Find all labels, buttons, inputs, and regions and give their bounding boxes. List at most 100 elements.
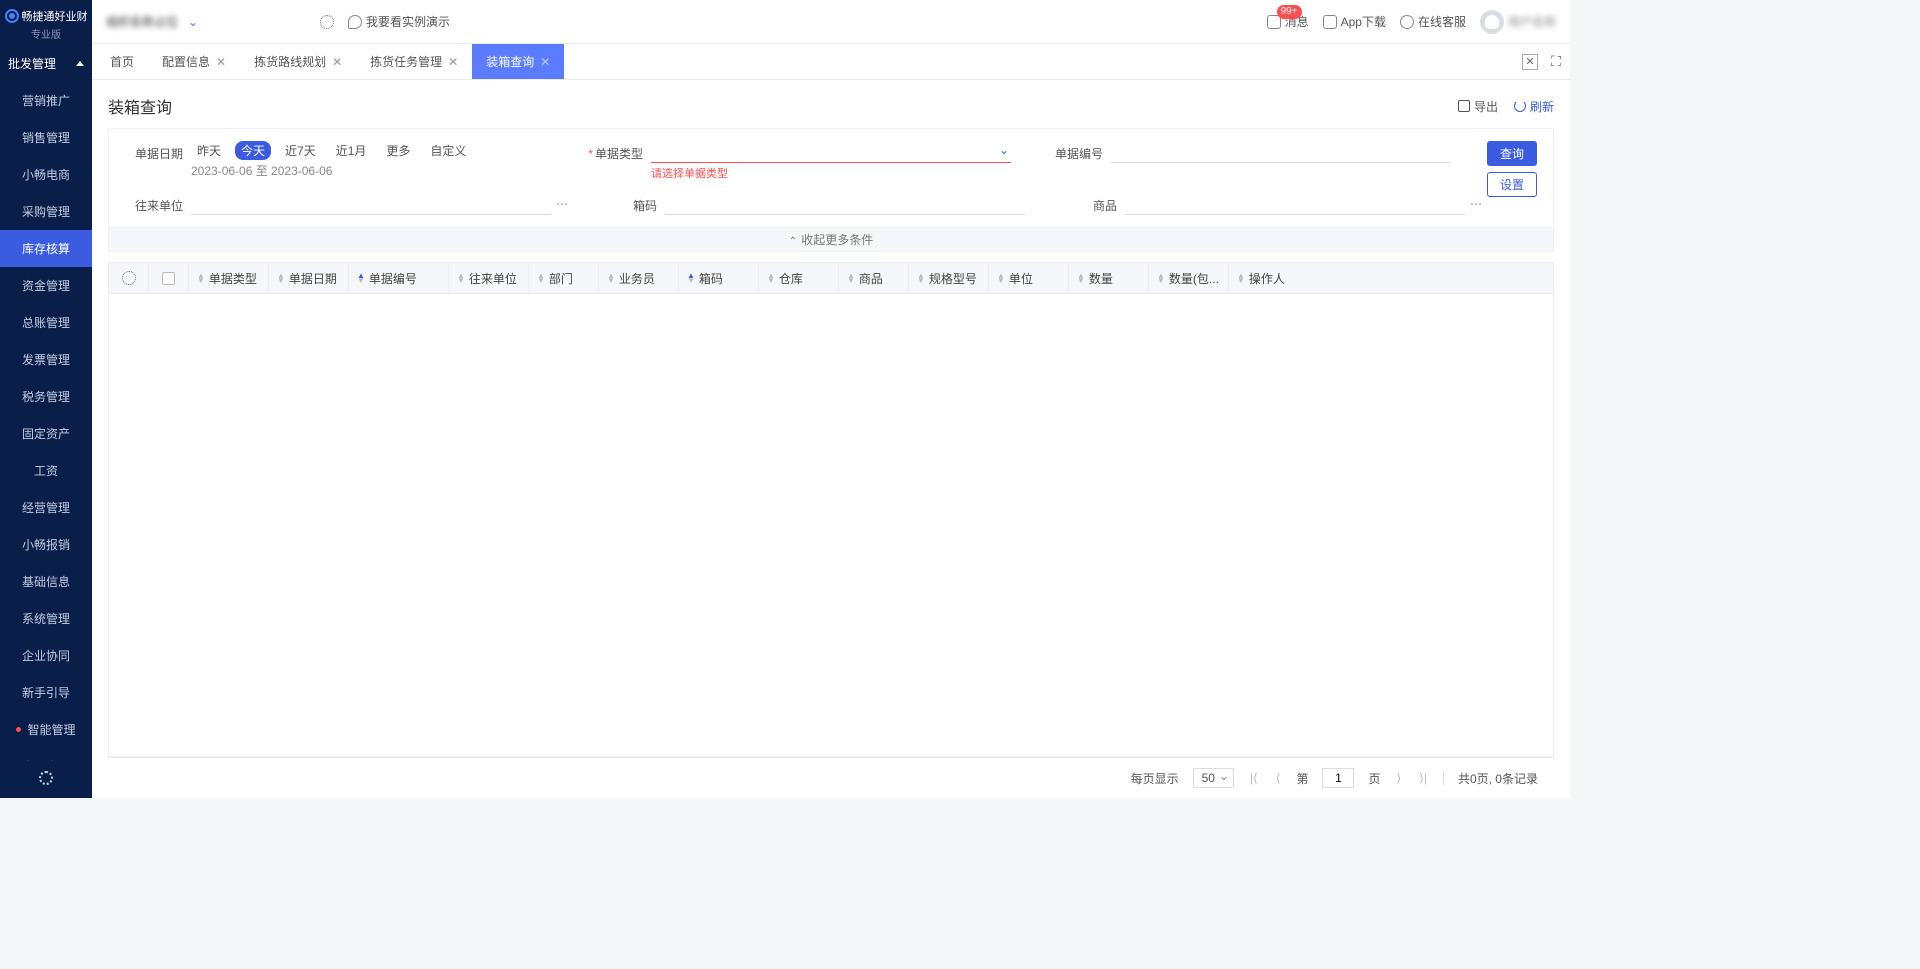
prev-page-button[interactable]: ⟨ (1274, 771, 1283, 785)
sidebar-item[interactable]: 销售管理 (0, 119, 92, 156)
column-header[interactable]: ▲▼ 数量(包... (1149, 263, 1229, 293)
settings-icon[interactable] (39, 771, 53, 785)
sidebar-item[interactable]: 智能管理 (0, 711, 92, 748)
sidebar-item-label: 固定资产 (22, 425, 70, 442)
close-icon[interactable]: ✕ (216, 55, 226, 69)
column-label: 单据编号 (369, 270, 417, 287)
sidebar-item-label: 应用中心 (22, 758, 70, 761)
per-page-select[interactable]: 50 (1193, 768, 1234, 788)
date-option[interactable]: 昨天 (191, 141, 227, 160)
partner-input[interactable] (191, 193, 551, 215)
sidebar-item[interactable]: 固定资产 (0, 415, 92, 452)
column-label: 数量(包... (1169, 270, 1219, 287)
date-option[interactable]: 今天 (235, 141, 271, 160)
column-header[interactable]: ▲▼数量 (1069, 263, 1149, 293)
select-all-checkbox[interactable] (149, 263, 189, 293)
column-header[interactable]: ▲▼往来单位 (449, 263, 529, 293)
sidebar-item[interactable]: 经营管理 (0, 489, 92, 526)
collapse-filter-button[interactable]: ⌃收起更多条件 (108, 228, 1554, 252)
sidebar-item[interactable]: 采购管理 (0, 193, 92, 230)
page-header: 装箱查询 导出 刷新 (92, 80, 1570, 128)
refresh-button[interactable]: 刷新 (1514, 98, 1554, 115)
sidebar-item[interactable]: 资金管理 (0, 267, 92, 304)
column-header[interactable]: ▲▼单据类型 (189, 263, 269, 293)
page-input[interactable] (1322, 768, 1354, 788)
box-code-input[interactable] (665, 193, 1025, 215)
column-header[interactable]: ▲▼单位 (989, 263, 1069, 293)
sidebar-item-label: 总账管理 (22, 314, 70, 331)
pagination: 每页显示 50 |⟨ ⟨ 第 页 ⟩ ⟩| 共0页, 0条记录 (108, 757, 1554, 798)
table-header: ▲▼单据类型▲▼单据日期▲▼单据编号▲▼往来单位▲▼部门▲▼业务员▲▼箱码▲▼仓… (108, 262, 1554, 294)
avatar-icon (1480, 10, 1504, 34)
column-header[interactable]: ▲▼操作人 (1229, 263, 1309, 293)
tab-label: 配置信息 (162, 53, 210, 70)
demo-link[interactable]: 我要看实例演示 (348, 13, 450, 30)
close-icon[interactable]: ✕ (448, 55, 458, 69)
sidebar-item[interactable]: 发票管理 (0, 341, 92, 378)
sidebar-item[interactable]: 税务管理 (0, 378, 92, 415)
column-label: 往来单位 (469, 270, 517, 287)
sidebar-item[interactable]: 系统管理 (0, 600, 92, 637)
sidebar-item[interactable]: 小畅电商 (0, 156, 92, 193)
first-page-button[interactable]: |⟨ (1248, 771, 1260, 785)
label-goods: 商品 (1045, 193, 1117, 214)
main: 组织名称占位 ⌄ 我要看实例演示 99+ 消息 App下载 在线客服 (92, 0, 1570, 798)
sidebar-item[interactable]: 应用中心 (0, 748, 92, 761)
doc-code-input[interactable] (1111, 141, 1451, 163)
close-all-tabs-button[interactable]: ✕ (1522, 54, 1538, 70)
date-options: 昨天今天近7天近1月更多自定义 (191, 141, 472, 160)
sidebar-section-wholesale[interactable]: 批发管理 (0, 45, 92, 82)
column-header[interactable]: ▲▼箱码 (679, 263, 759, 293)
doc-type-select[interactable] (651, 141, 1011, 163)
sidebar-item-label: 发票管理 (22, 351, 70, 368)
column-header[interactable]: ▲▼规格型号 (909, 263, 989, 293)
date-option[interactable]: 自定义 (424, 141, 472, 160)
next-page-button[interactable]: ⟩ (1394, 771, 1403, 785)
date-option[interactable]: 近1月 (330, 141, 373, 160)
sidebar-item[interactable]: 库存核算 (0, 230, 92, 267)
customer-service-button[interactable]: 在线客服 (1400, 13, 1466, 30)
more-icon[interactable]: ⋯ (1470, 197, 1481, 211)
sidebar-item[interactable]: 营销推广 (0, 82, 92, 119)
column-header[interactable]: ▲▼单据日期 (269, 263, 349, 293)
tab[interactable]: 首页 (96, 44, 148, 79)
column-header[interactable]: ▲▼业务员 (599, 263, 679, 293)
sidebar-item[interactable]: 总账管理 (0, 304, 92, 341)
column-header[interactable]: ▲▼商品 (839, 263, 909, 293)
chevron-up-icon (76, 61, 84, 66)
column-header[interactable]: ▲▼单据编号 (349, 263, 449, 293)
user-menu[interactable]: 用户名称 (1480, 10, 1556, 34)
date-option[interactable]: 近7天 (279, 141, 322, 160)
column-header[interactable]: ▲▼部门 (529, 263, 599, 293)
filter-settings-button[interactable]: 设置 (1487, 172, 1537, 197)
close-icon[interactable]: ✕ (540, 55, 550, 69)
column-settings-button[interactable] (109, 263, 149, 293)
tab[interactable]: 装箱查询 ✕ (472, 44, 564, 79)
sort-icon: ▲▼ (1157, 273, 1165, 283)
date-option[interactable]: 更多 (380, 141, 416, 160)
org-selector[interactable]: 组织名称占位 ⌄ (106, 13, 306, 30)
last-page-button[interactable]: ⟩| (1417, 771, 1429, 785)
more-icon[interactable]: ⋯ (556, 197, 567, 211)
query-button[interactable]: 查询 (1487, 141, 1537, 166)
sidebar-item-label: 小畅报销 (22, 536, 70, 553)
sidebar-item-label: 新手引导 (22, 684, 70, 701)
tab-label: 装箱查询 (486, 53, 534, 70)
column-header[interactable]: ▲▼仓库 (759, 263, 839, 293)
messages-button[interactable]: 99+ 消息 (1267, 13, 1309, 30)
close-icon[interactable]: ✕ (332, 55, 342, 69)
sidebar-item[interactable]: 小畅报销 (0, 526, 92, 563)
tab[interactable]: 拣货任务管理✕ (356, 44, 472, 79)
app-download-button[interactable]: App下载 (1323, 13, 1386, 30)
goods-input[interactable] (1125, 193, 1465, 215)
column-label: 箱码 (699, 270, 723, 287)
sidebar-item[interactable]: 新手引导 (0, 674, 92, 711)
sidebar-item[interactable]: 基础信息 (0, 563, 92, 600)
export-button[interactable]: 导出 (1458, 98, 1498, 115)
sidebar-item[interactable]: 工资 (0, 452, 92, 489)
gear-icon[interactable] (320, 15, 334, 29)
sidebar-item[interactable]: 企业协同 (0, 637, 92, 674)
tab[interactable]: 拣货路线规划✕ (240, 44, 356, 79)
fullscreen-button[interactable]: ⛶ (1548, 54, 1564, 70)
tab[interactable]: 配置信息 ✕ (148, 44, 240, 79)
